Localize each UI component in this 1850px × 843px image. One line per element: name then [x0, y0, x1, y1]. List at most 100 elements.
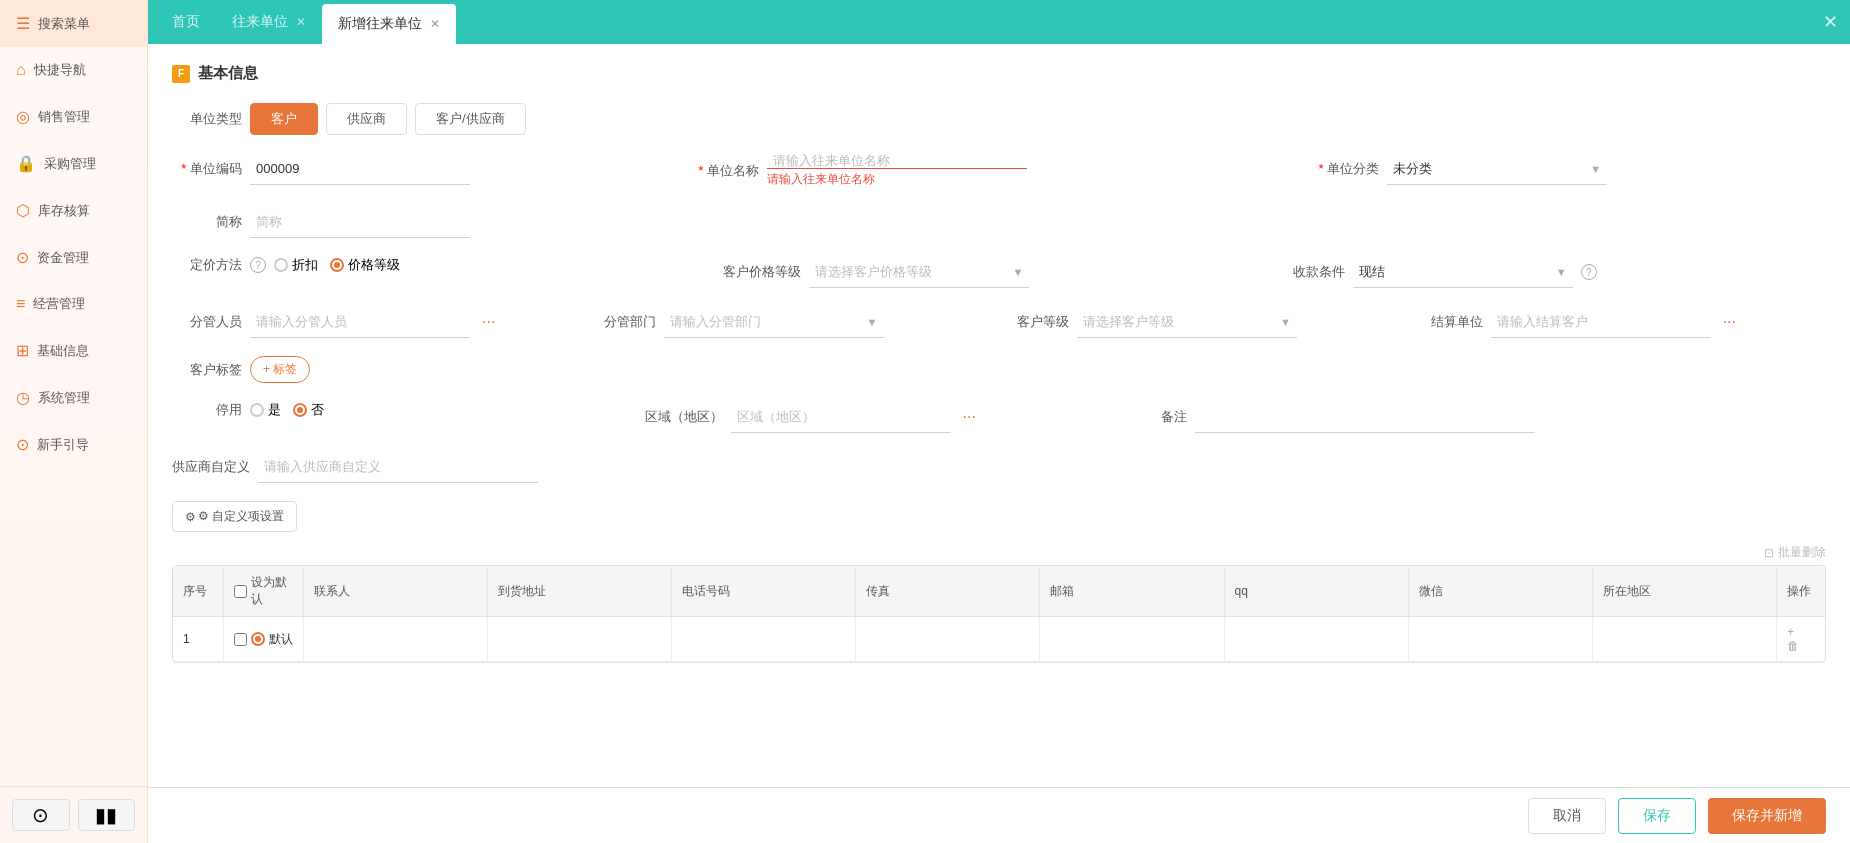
payment-terms-group: 收款条件 现结 ▼ ?	[1275, 256, 1826, 288]
cancel-button[interactable]: 取消	[1528, 798, 1606, 834]
region-group: 区域（地区） ···	[645, 401, 1118, 433]
pricing-row: 定价方法 ? 折扣 价格等级 客户价格等级 请选择客户价格等级	[172, 256, 1826, 288]
unit-category-label: 单位分类	[1309, 160, 1379, 178]
cell-contact[interactable]	[303, 617, 487, 662]
sidebar-expand-btn[interactable]: ⊙	[12, 799, 70, 831]
cell-email[interactable]	[1040, 617, 1224, 662]
col-contact: 联系人	[303, 566, 487, 617]
col-wechat: 微信	[1408, 566, 1592, 617]
unit-type-supplier-btn[interactable]: 供应商	[326, 103, 407, 135]
save-new-button[interactable]: 保存并新增	[1708, 798, 1826, 834]
settings-icon: ⚙	[185, 510, 196, 524]
remark-label: 备注	[1117, 408, 1187, 426]
unit-category-select[interactable]: 未分类 ▼	[1387, 153, 1607, 185]
wechat-input[interactable]	[1419, 632, 1582, 647]
department-label: 分管部门	[586, 313, 656, 331]
customer-price-level-label: 客户价格等级	[723, 263, 801, 281]
table-region-input[interactable]	[1603, 632, 1766, 647]
customer-level-select[interactable]: 请选择客户等级 ▼	[1077, 306, 1297, 338]
sidebar-item-purchase[interactable]: 🔒 采购管理	[0, 140, 147, 187]
pricing-discount-radio[interactable]: 折扣	[274, 256, 318, 274]
disabled-yes-radio[interactable]: 是	[250, 401, 281, 419]
cell-wechat[interactable]	[1408, 617, 1592, 662]
email-input[interactable]	[1050, 632, 1213, 647]
cell-fax[interactable]	[856, 617, 1040, 662]
tab-home[interactable]: 首页	[156, 0, 216, 44]
supplier-custom-row: 供应商自定义	[172, 451, 1826, 483]
save-button[interactable]: 保存	[1618, 798, 1696, 834]
sidebar-item-beginner[interactable]: ⊙ 新手引导	[0, 421, 147, 468]
sidebar-item-quick-nav[interactable]: ⌂ 快捷导航	[0, 47, 147, 93]
cell-qq[interactable]	[1224, 617, 1408, 662]
contact-table: 序号 设为默认 联系人 到货地址 电话号码 传真 邮箱 qq	[172, 565, 1826, 663]
remark-group: 备注	[1117, 401, 1826, 433]
cell-action: + 🗑	[1777, 617, 1825, 662]
pricing-help-icon[interactable]: ?	[250, 257, 266, 273]
remark-input[interactable]	[1195, 401, 1535, 433]
sidebar-item-sales[interactable]: ◎ 销售管理	[0, 93, 147, 140]
delete-row-btn[interactable]: 🗑	[1787, 639, 1799, 653]
unit-type-group: 单位类型 客户 供应商 客户/供应商	[172, 103, 1826, 135]
batch-delete-area: ⊡ 批量删除	[172, 544, 1826, 561]
phone-input[interactable]	[682, 632, 845, 647]
supplier-custom-input[interactable]	[258, 451, 538, 483]
region-more-btn[interactable]: ···	[959, 408, 980, 426]
pricing-level-radio[interactable]: 价格等级	[330, 256, 400, 274]
payment-terms-chevron: ▼	[1556, 266, 1567, 278]
payment-terms-help-icon[interactable]: ?	[1581, 264, 1597, 280]
system-icon: ◷	[16, 388, 30, 407]
department-select[interactable]: 请输入分管部门 ▼	[664, 306, 884, 338]
fax-input[interactable]	[866, 632, 1029, 647]
row-checkbox[interactable]	[234, 633, 247, 646]
short-name-input[interactable]	[250, 206, 470, 238]
finance-icon: ⊙	[16, 248, 29, 267]
manager-input[interactable]	[250, 306, 470, 338]
content-area: F 基本信息 单位类型 客户 供应商 客户/供应商 单位编码 单	[148, 44, 1850, 787]
address-input[interactable]	[498, 632, 661, 647]
sidebar-item-inventory[interactable]: ⬡ 库存核算	[0, 187, 147, 234]
sales-icon: ◎	[16, 107, 30, 126]
custom-settings-btn[interactable]: ⚙ ⚙ 自定义项设置	[172, 501, 297, 532]
unit-code-input[interactable]	[250, 153, 470, 185]
qq-input[interactable]	[1235, 632, 1398, 647]
window-close-btn[interactable]: ✕	[1823, 11, 1838, 33]
cell-region[interactable]	[1592, 617, 1776, 662]
select-all-checkbox[interactable]	[234, 585, 247, 598]
unit-name-input[interactable]	[767, 153, 1027, 169]
unit-type-both-btn[interactable]: 客户/供应商	[415, 103, 526, 135]
cell-default: 默认	[223, 617, 303, 662]
default-radio-item[interactable]: 默认	[251, 631, 293, 648]
pricing-radio-group: 折扣 价格等级	[274, 256, 400, 274]
customer-price-level-select[interactable]: 请选择客户价格等级 ▼	[809, 256, 1029, 288]
tab-partners[interactable]: 往来单位 ✕	[216, 0, 322, 44]
settlement-more-btn[interactable]: ···	[1719, 313, 1740, 331]
region-input[interactable]	[731, 401, 951, 433]
settlement-unit-input[interactable]	[1491, 306, 1711, 338]
customer-level-chevron: ▼	[1280, 316, 1291, 328]
cell-address[interactable]	[487, 617, 671, 662]
sidebar-item-operation[interactable]: ≡ 经营管理	[0, 281, 147, 327]
sidebar-item-basic[interactable]: ⊞ 基础信息	[0, 327, 147, 374]
cell-phone[interactable]	[671, 617, 855, 662]
disabled-no-circle	[293, 403, 307, 417]
manager-more-btn[interactable]: ···	[478, 313, 499, 331]
sidebar-item-finance[interactable]: ⊙ 资金管理	[0, 234, 147, 281]
tab-new-partner[interactable]: 新增往来单位 ✕	[322, 4, 456, 44]
payment-terms-select[interactable]: 现结 ▼	[1353, 256, 1573, 288]
disabled-radio-group: 是 否	[250, 401, 324, 419]
batch-delete-label[interactable]: 批量删除	[1778, 544, 1826, 561]
add-tag-btn[interactable]: + 标签	[250, 356, 310, 383]
disabled-no-radio[interactable]: 否	[293, 401, 324, 419]
tab-new-partner-close[interactable]: ✕	[430, 17, 440, 31]
contact-input[interactable]	[314, 632, 477, 647]
unit-code-group: 单位编码	[172, 153, 689, 185]
customer-price-level-chevron: ▼	[1012, 266, 1023, 278]
customer-tag-group: 客户标签 + 标签	[172, 356, 1826, 383]
sidebar-item-search[interactable]: ☰ 搜索菜单	[0, 0, 147, 47]
tab-partners-close[interactable]: ✕	[296, 15, 306, 29]
sidebar-item-system[interactable]: ◷ 系统管理	[0, 374, 147, 421]
add-row-btn[interactable]: +	[1787, 625, 1794, 639]
pricing-method-group: 定价方法 ? 折扣 价格等级	[172, 256, 723, 274]
unit-type-customer-btn[interactable]: 客户	[250, 103, 318, 135]
sidebar-collapse-btn[interactable]: ▮▮	[78, 799, 136, 831]
